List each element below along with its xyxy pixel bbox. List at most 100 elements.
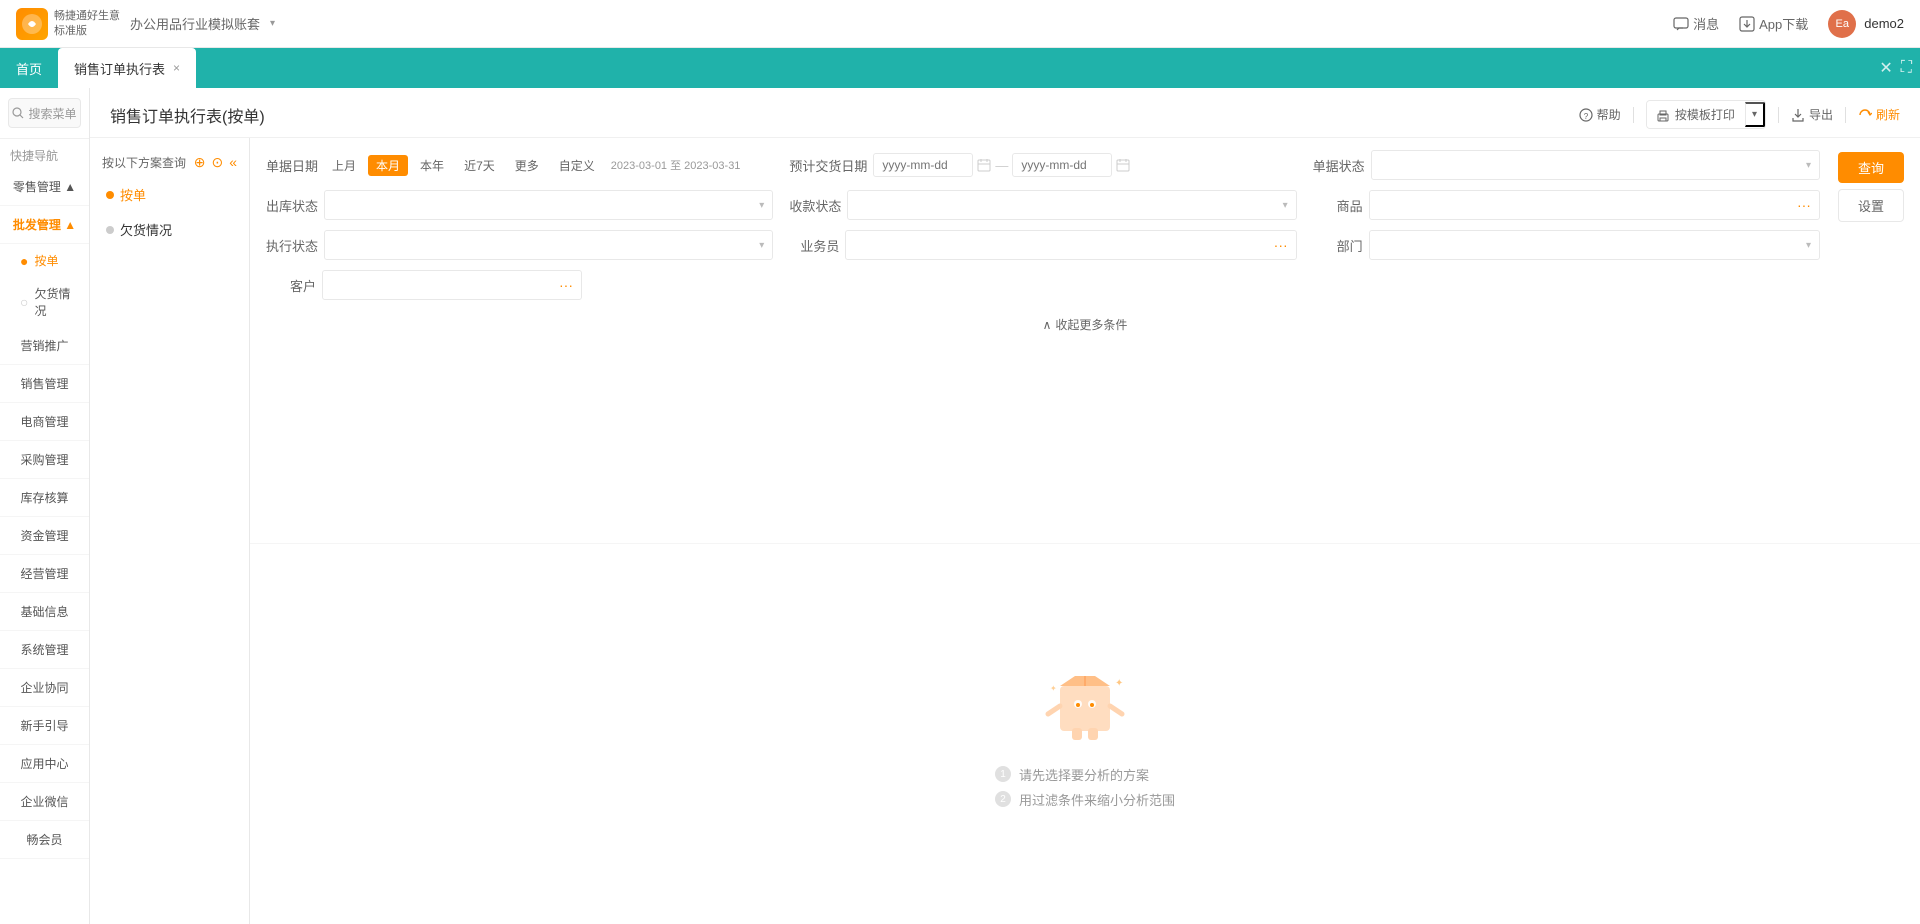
sidebar-item-wechat[interactable]: 企业微信 [0,783,89,821]
page-title: 销售订单执行表(按单) [110,103,265,127]
date-separator: — [995,158,1008,173]
empty-tip-2: 2 用过滤条件来缩小分析范围 [995,787,1175,812]
empty-illustration: ✦ ✦ [1040,656,1130,746]
right-section: 单据日期 上月 本月 本年 近7天 更多 自定义 [250,138,1920,924]
svg-text:✦: ✦ [1115,678,1123,689]
status-select[interactable]: ▾ [1371,150,1820,180]
filter-cell-customer: 客户 ··· [266,270,773,300]
date-tab-7days[interactable]: 近7天 [456,155,503,176]
sidebar-item-finance[interactable]: 资金管理 [0,517,89,555]
export-button[interactable]: 导出 [1791,106,1833,123]
sidebar-item-purchase[interactable]: 采购管理 [0,441,89,479]
empty-tips-list: 1 请先选择要分析的方案 2 用过滤条件来缩小分析范围 [995,762,1175,812]
print-main-button[interactable]: 按模板打印 [1647,101,1745,128]
sidebar-search-area: 搜索菜单 [0,88,89,139]
export-icon [1791,108,1805,122]
window-close-btn[interactable]: ✕ [1879,58,1892,78]
scheme-collapse-icon[interactable]: « [229,154,237,171]
app-download-button[interactable]: App下载 [1739,14,1808,33]
sidebar-item-basic[interactable]: 基础信息 [0,593,89,631]
filter-layout: 按以下方案查询 ⊕ ⊙ « 按单 欠货情况 [90,138,1920,924]
expected-date-start[interactable] [873,153,973,177]
sidebar-item-inventory[interactable]: 库存核算 [0,479,89,517]
goods-input[interactable] [1370,193,1789,217]
sidebar-item-marketing[interactable]: 营销推广 [0,327,89,365]
settings-button[interactable]: 设置 [1838,189,1904,222]
date-tab-this-year[interactable]: 本年 [412,155,452,176]
sidebar-item-enterprise[interactable]: 企业协同 [0,669,89,707]
scheme-add-icon[interactable]: ⊕ [194,154,206,171]
goods-more-btn[interactable]: ··· [1789,197,1819,213]
divider1 [1633,107,1634,123]
filter-row-4: 客户 ··· [266,270,1820,300]
message-button[interactable]: 消息 [1673,14,1719,33]
scheme-dot-active [106,191,114,199]
svg-text:?: ? [1583,112,1588,121]
date-range-display: 2023-03-01 至 2023-03-31 [611,157,741,173]
customer-more-btn[interactable]: ··· [551,277,581,293]
sidebar-item-operations[interactable]: 经营管理 [0,555,89,593]
filter-cell-date: 单据日期 上月 本月 本年 近7天 更多 自定义 [266,155,773,176]
help-button[interactable]: ? 帮助 [1579,106,1621,123]
filter-cell-status: 单据状态 ▾ [1313,150,1820,180]
nav-dropdown-icon[interactable]: ▾ [270,18,275,29]
refresh-button[interactable]: 刷新 [1858,106,1900,123]
search-button[interactable]: 查询 [1838,152,1904,183]
exec-status-select[interactable]: ▾ [324,230,773,260]
salesperson-input[interactable] [846,233,1265,257]
filter-row-2: 出库状态 ▾ 收款状态 [266,190,1820,220]
sidebar-item-ecommerce[interactable]: 电商管理 [0,403,89,441]
filter-grid: 单据日期 上月 本月 本年 近7天 更多 自定义 [266,150,1820,310]
filter-area: 单据日期 上月 本月 本年 近7天 更多 自定义 [250,138,1920,543]
user-menu[interactable]: Ea demo2 [1828,10,1904,38]
date-tab-this-month[interactable]: 本月 [368,155,408,176]
username-label: demo2 [1864,16,1904,31]
wholesale-submenu: ● 按单 ○ 欠货情况 [0,244,89,327]
collapse-button[interactable]: ∧ 收起更多条件 [266,310,1904,339]
filter-cell-goods: 商品 ··· [1313,190,1820,220]
search-menu-button[interactable]: 搜索菜单 [8,98,81,128]
status-dropdown-icon: ▾ [1806,160,1811,171]
tab-close-icon[interactable]: × [173,61,180,75]
divider3 [1845,107,1846,123]
submenu-item-press[interactable]: ● 按单 [8,244,89,277]
sidebar-item-system[interactable]: 系统管理 [0,631,89,669]
date-tab-custom[interactable]: 自定义 [551,155,603,176]
window-maximize-btn[interactable]: ⛶ [1901,59,1912,77]
scheme-item-debt[interactable]: 欠货情况 [90,212,249,247]
sidebar-item-sales[interactable]: 销售管理 [0,365,89,403]
search-icon [12,107,24,119]
logo[interactable]: 畅捷通好生意 标准版 [16,8,120,40]
tab-sales-order[interactable]: 销售订单执行表 × [58,48,196,88]
scheme-actions: ⊕ ⊙ « [194,154,237,171]
scheme-settings-icon[interactable]: ⊙ [211,154,223,171]
expected-date-end[interactable] [1012,153,1112,177]
sidebar-item-vip[interactable]: 畅会员 [0,821,89,859]
divider2 [1778,107,1779,123]
quick-nav-label: 快捷导航 [0,139,89,168]
filter-row-3: 执行状态 ▾ 业务员 [266,230,1820,260]
out-status-select[interactable]: ▾ [324,190,773,220]
svg-text:✦: ✦ [1050,684,1057,693]
filter-cell-expected-date: 预计交货日期 — [789,153,1296,177]
date-tab-last-month[interactable]: 上月 [324,155,364,176]
scheme-item-press[interactable]: 按单 [90,177,249,212]
sidebar-item-wholesale[interactable]: 批发管理 ▲ [0,206,89,244]
calendar-icon-end [1116,158,1130,172]
customer-input[interactable] [323,273,551,297]
sidebar-item-appstore[interactable]: 应用中心 [0,745,89,783]
refresh-icon [1858,108,1872,122]
submenu-item-debt[interactable]: ○ 欠货情况 [8,277,89,327]
receipt-status-select[interactable]: ▾ [847,190,1296,220]
page-actions: ? 帮助 按模板打印 ▾ 导出 [1579,100,1900,129]
logo-icon [16,8,48,40]
sidebar-item-guide[interactable]: 新手引导 [0,707,89,745]
print-dropdown-button[interactable]: ▾ [1745,102,1765,127]
content-area: 销售订单执行表(按单) ? 帮助 按模板打印 ▾ 导出 [90,88,1920,924]
out-status-arrow: ▾ [759,200,764,211]
department-select[interactable]: ▾ [1369,230,1820,260]
date-tab-more[interactable]: 更多 [507,155,547,176]
salesperson-more-btn[interactable]: ··· [1266,237,1296,253]
tab-home[interactable]: 首页 [0,48,58,88]
sidebar-item-retail[interactable]: 零售管理 ▲ [0,168,89,206]
